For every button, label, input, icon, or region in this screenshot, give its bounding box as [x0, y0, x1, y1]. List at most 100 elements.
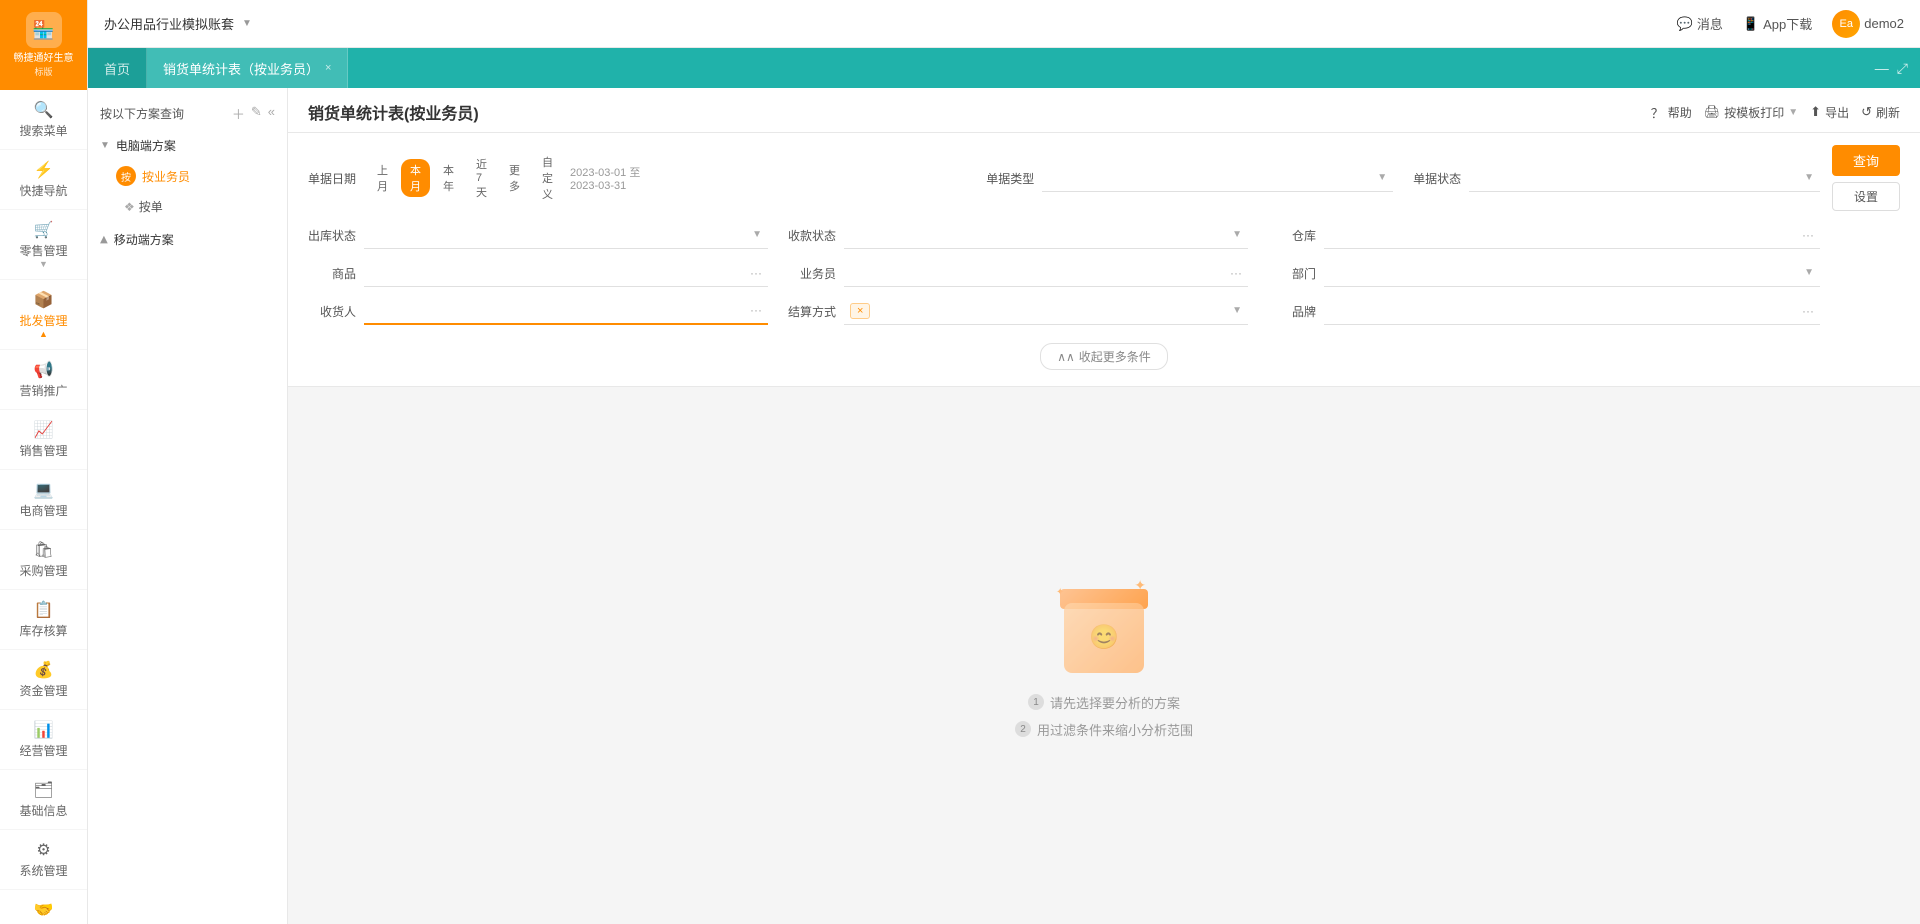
date-btn-custom[interactable]: 自定义: [533, 151, 562, 205]
goods-more-icon: ···: [750, 266, 762, 280]
collab-icon: 🤝: [34, 900, 54, 920]
filter-field-date: 单据日期 上月 本月 本年 近7天 更多 自定义 2023-03-01 至 20…: [308, 151, 647, 205]
app-download-button[interactable]: 📱 App下载: [1743, 14, 1812, 33]
settlement-tag-close-icon[interactable]: ×: [857, 305, 863, 317]
logo-icon: 🏪: [26, 12, 62, 48]
print-button[interactable]: 🖨 按模板打印 ▼: [1704, 104, 1798, 121]
sidebar-label-wholesale: 批发管理: [19, 312, 67, 329]
tab-sales-stats[interactable]: 销货单统计表（按业务员） ×: [147, 48, 348, 88]
tab-expand-button[interactable]: ⤢: [1897, 60, 1908, 77]
dept-label: 部门: [1268, 265, 1324, 282]
help-button[interactable]: ？ 帮助: [1651, 103, 1692, 122]
filter-field-dept: 部门 ▼: [1268, 259, 1820, 287]
dept-select[interactable]: ▼: [1324, 259, 1820, 287]
doctype-select[interactable]: ▼: [1042, 164, 1393, 192]
home-tab-label: 首页: [104, 59, 130, 78]
topbar-dropdown-icon[interactable]: ▼: [242, 18, 252, 29]
scheme-group-desktop: ▼ 电脑端方案 按 按业务员 ❖ 按单: [88, 131, 287, 221]
sidebar-logo[interactable]: 🏪 畅捷通好生意 标版: [0, 0, 88, 90]
settings-button[interactable]: 设置: [1832, 182, 1900, 211]
messages-label: 消息: [1697, 14, 1723, 33]
sidebar-label-ecommerce: 电商管理: [19, 502, 67, 519]
scheme-item-order-label: 按单: [139, 198, 163, 215]
filter-field-docstatus: 单据状态 ▼: [1413, 164, 1820, 192]
query-button[interactable]: 查询: [1832, 145, 1900, 176]
sidebar-item-finance[interactable]: 💰 资金管理: [0, 650, 87, 710]
sidebar-label-marketing: 营销推广: [19, 382, 67, 399]
sidebar-item-retail[interactable]: 🛒 零售管理 ▼: [0, 210, 87, 280]
tabbar: 首页 销货单统计表（按业务员） × — ⤢: [88, 48, 1920, 88]
warehouse-select[interactable]: ···: [1324, 221, 1820, 249]
sidebar-item-wholesale[interactable]: 📦 批发管理 ▲: [0, 280, 87, 350]
scheme-group-mobile-header[interactable]: ▶ 移动端方案: [88, 225, 287, 254]
sidebar-item-sales[interactable]: 📈 销售管理: [0, 410, 87, 470]
order-scheme-icon: ❖: [124, 200, 135, 214]
sidebar-item-marketing[interactable]: 📢 营销推广: [0, 350, 87, 410]
sidebar-item-operations[interactable]: 📊 经营管理: [0, 710, 87, 770]
sidebar-item-inventory[interactable]: 📋 库存核算: [0, 590, 87, 650]
goods-select[interactable]: ···: [364, 259, 768, 287]
brand-select[interactable]: ···: [1324, 297, 1820, 325]
sidebar-item-system[interactable]: ⚙ 系统管理: [0, 830, 87, 890]
outstatus-dropdown-icon: ▼: [752, 229, 762, 240]
export-label: 导出: [1825, 104, 1849, 121]
recvstatus-select[interactable]: ▼: [844, 221, 1248, 249]
date-btn-thismonth[interactable]: 本月: [401, 159, 430, 197]
collapse-button[interactable]: ∧∧ 收起更多条件: [1040, 343, 1168, 370]
sidebar-item-quicknav[interactable]: ⚡ 快捷导航: [0, 150, 87, 210]
date-label: 单据日期: [308, 170, 364, 187]
refresh-button[interactable]: ↺ 刷新: [1861, 104, 1900, 121]
outstatus-select[interactable]: ▼: [364, 221, 768, 249]
messages-button[interactable]: 💬 消息: [1677, 14, 1723, 33]
wholesale-icon: 📦: [34, 290, 54, 310]
sidebar-item-purchase[interactable]: 🛍 采购管理: [0, 530, 87, 590]
collapse-panel-icon[interactable]: «: [268, 104, 275, 123]
date-btn-more[interactable]: 更多: [500, 159, 529, 197]
marketing-icon: 📢: [34, 360, 54, 380]
docstatus-label: 单据状态: [1413, 170, 1469, 187]
scheme-item-by-order[interactable]: ❖ 按单: [88, 192, 287, 221]
scheme-item-by-salesman[interactable]: 按 按业务员: [88, 160, 287, 192]
sidebar-label-search: 搜索菜单: [19, 122, 67, 139]
logo-sub: 标版: [34, 65, 52, 78]
sidebar-label-quicknav: 快捷导航: [19, 182, 67, 199]
edit-scheme-icon[interactable]: ✎: [251, 104, 262, 123]
scheme-group-desktop-header[interactable]: ▼ 电脑端方案: [88, 131, 287, 160]
user-menu[interactable]: Ea demo2: [1832, 10, 1904, 38]
filter-field-settlement: 结算方式 × ▼: [788, 297, 1248, 325]
topbar-right: 💬 消息 📱 App下载 Ea demo2: [1677, 10, 1904, 38]
scheme-group-mobile: ▶ 移动端方案: [88, 225, 287, 254]
date-btn-7days[interactable]: 近7天: [467, 153, 496, 203]
scheme-group-desktop-label: 电脑端方案: [116, 137, 176, 154]
recipient-input[interactable]: ···: [364, 297, 768, 325]
date-btn-thisyear[interactable]: 本年: [434, 159, 463, 197]
tab-shrink-button[interactable]: —: [1875, 60, 1889, 76]
salesman-more-icon: ···: [1230, 266, 1242, 280]
sales-icon: 📈: [34, 420, 54, 440]
tab-close-icon[interactable]: ×: [325, 62, 331, 74]
search-icon: 🔍: [34, 100, 54, 120]
docstatus-dropdown-icon: ▼: [1804, 172, 1814, 183]
docstatus-select[interactable]: ▼: [1469, 164, 1820, 192]
date-btn-lastmonth[interactable]: 上月: [368, 159, 397, 197]
sidebar-item-basic-info[interactable]: 🗂 基础信息: [0, 770, 87, 830]
filter-field-outstatus: 出库状态 ▼: [308, 221, 768, 249]
left-panel-icons: ＋ ✎ «: [232, 104, 275, 123]
add-scheme-icon[interactable]: ＋: [232, 104, 245, 123]
tab-controls: — ⤢: [1863, 48, 1920, 88]
filter-field-recipient: 收货人 ···: [308, 297, 768, 325]
tab-home[interactable]: 首页: [88, 48, 147, 88]
empty-hint-1: 1 请先选择要分析的方案: [1028, 693, 1180, 712]
settlement-select[interactable]: × ▼: [844, 297, 1248, 325]
export-button[interactable]: ⬆ 导出: [1810, 104, 1849, 121]
filter-field-goods: 商品 ···: [308, 259, 768, 287]
sidebar-item-ecommerce[interactable]: 💻 电商管理: [0, 470, 87, 530]
message-icon: 💬: [1677, 16, 1693, 32]
scheme-item-salesman-label: 按业务员: [142, 168, 190, 185]
recipient-label: 收货人: [308, 303, 364, 320]
filter-field-recvstatus: 收款状态 ▼: [788, 221, 1248, 249]
sidebar-item-search[interactable]: 🔍 搜索菜单: [0, 90, 87, 150]
sidebar-item-collab[interactable]: 🤝 企业协同: [0, 890, 87, 924]
salesman-select[interactable]: ···: [844, 259, 1248, 287]
quicknav-icon: ⚡: [34, 160, 54, 180]
